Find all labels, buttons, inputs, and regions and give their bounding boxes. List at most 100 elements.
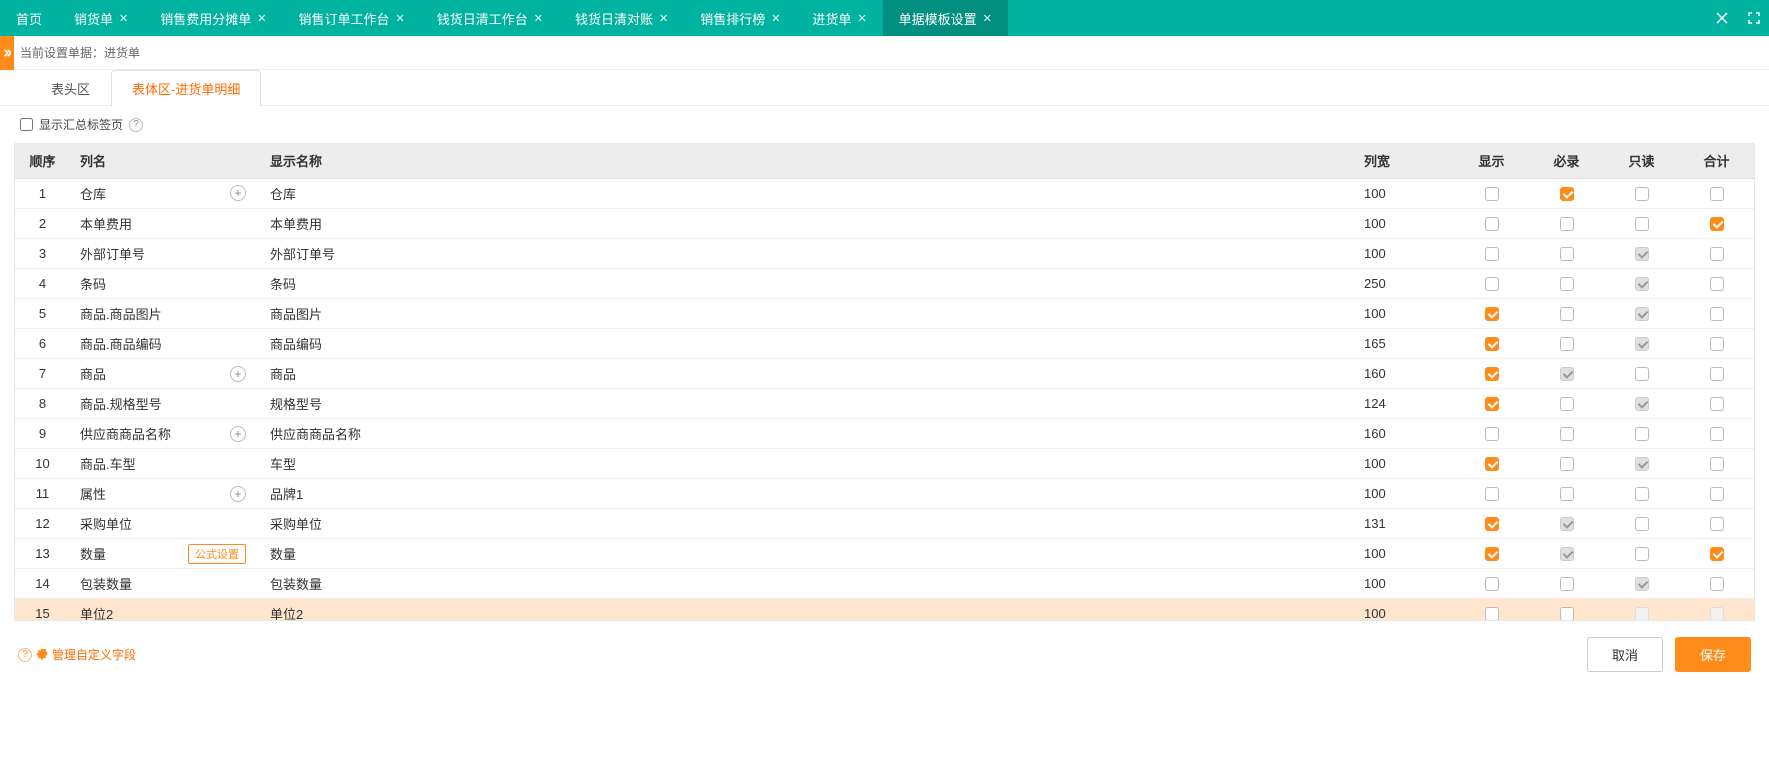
- plus-icon[interactable]: +: [230, 426, 246, 442]
- help-icon[interactable]: ?: [129, 118, 143, 132]
- checkbox[interactable]: [1710, 367, 1724, 381]
- sub-tab[interactable]: 表体区-进货单明细: [111, 70, 261, 106]
- checkbox[interactable]: [1485, 217, 1499, 231]
- checkbox[interactable]: [1710, 397, 1724, 411]
- checkbox[interactable]: [1485, 397, 1499, 411]
- cell-display-name[interactable]: 供应商商品名称: [260, 419, 1354, 449]
- checkbox[interactable]: [1485, 487, 1499, 501]
- cell-width[interactable]: 100: [1354, 479, 1454, 509]
- cell-display-name[interactable]: 条码: [260, 269, 1354, 299]
- checkbox[interactable]: [1560, 247, 1574, 261]
- checkbox[interactable]: [1710, 547, 1724, 561]
- checkbox[interactable]: [1485, 427, 1499, 441]
- cell-display-name[interactable]: 商品编码: [260, 329, 1354, 359]
- close-icon[interactable]: ✕: [119, 12, 128, 25]
- close-icon[interactable]: ✕: [257, 12, 266, 25]
- sub-tab[interactable]: 表头区: [30, 70, 111, 106]
- cell-width[interactable]: 165: [1354, 329, 1454, 359]
- checkbox[interactable]: [1560, 307, 1574, 321]
- plus-icon[interactable]: +: [230, 185, 246, 201]
- checkbox[interactable]: [1485, 577, 1499, 591]
- top-tab[interactable]: 钱货日清工作台✕: [421, 0, 559, 36]
- cell-display-name[interactable]: 单位2: [260, 599, 1354, 621]
- cell-width[interactable]: 100: [1354, 179, 1454, 209]
- cell-width[interactable]: 100: [1354, 599, 1454, 621]
- cell-width[interactable]: 250: [1354, 269, 1454, 299]
- plus-icon[interactable]: +: [230, 486, 246, 502]
- cell-display-name[interactable]: 仓库: [260, 179, 1354, 209]
- checkbox[interactable]: [1710, 487, 1724, 501]
- checkbox[interactable]: [1560, 457, 1574, 471]
- checkbox[interactable]: [1710, 457, 1724, 471]
- top-tab[interactable]: 销售订单工作台✕: [282, 0, 420, 36]
- plus-icon[interactable]: +: [230, 366, 246, 382]
- checkbox[interactable]: [1710, 517, 1724, 531]
- checkbox[interactable]: [1560, 607, 1574, 620]
- cell-display-name[interactable]: 车型: [260, 449, 1354, 479]
- checkbox[interactable]: [1560, 577, 1574, 591]
- close-icon[interactable]: ✕: [857, 12, 866, 25]
- checkbox[interactable]: [1710, 307, 1724, 321]
- manage-custom-fields-link[interactable]: ? 管理自定义字段: [18, 646, 136, 663]
- table-body-scroll[interactable]: 1仓库+仓库1002本单费用本单费用1003外部订单号外部订单号1004条码条码…: [15, 179, 1754, 621]
- top-tab[interactable]: 首页: [0, 0, 58, 36]
- cell-width[interactable]: 100: [1354, 239, 1454, 269]
- checkbox[interactable]: [1560, 217, 1574, 231]
- checkbox[interactable]: [1710, 577, 1724, 591]
- checkbox[interactable]: [1485, 277, 1499, 291]
- checkbox[interactable]: [1635, 487, 1649, 501]
- cell-width[interactable]: 124: [1354, 389, 1454, 419]
- close-icon[interactable]: ✕: [771, 12, 780, 25]
- checkbox[interactable]: [1560, 427, 1574, 441]
- top-tab[interactable]: 销货单✕: [58, 0, 144, 36]
- checkbox[interactable]: [1485, 247, 1499, 261]
- checkbox[interactable]: [1485, 547, 1499, 561]
- cell-display-name[interactable]: 品牌1: [260, 479, 1354, 509]
- checkbox[interactable]: [1560, 277, 1574, 291]
- checkbox[interactable]: [1485, 307, 1499, 321]
- top-tab[interactable]: 销售排行榜✕: [684, 0, 796, 36]
- cell-display-name[interactable]: 商品: [260, 359, 1354, 389]
- checkbox[interactable]: [1485, 457, 1499, 471]
- top-tab[interactable]: 进货单✕: [796, 0, 882, 36]
- cell-width[interactable]: 100: [1354, 449, 1454, 479]
- cell-width[interactable]: 160: [1354, 419, 1454, 449]
- cell-display-name[interactable]: 外部订单号: [260, 239, 1354, 269]
- checkbox[interactable]: [1485, 187, 1499, 201]
- close-icon[interactable]: ✕: [659, 12, 668, 25]
- save-button[interactable]: 保存: [1675, 637, 1751, 672]
- cell-display-name[interactable]: 数量: [260, 539, 1354, 569]
- checkbox[interactable]: [1635, 517, 1649, 531]
- checkbox[interactable]: [1560, 337, 1574, 351]
- formula-setting-button[interactable]: 公式设置: [188, 544, 246, 564]
- close-all-icon[interactable]: [1713, 9, 1731, 27]
- top-tab[interactable]: 钱货日清对账✕: [559, 0, 684, 36]
- cell-width[interactable]: 100: [1354, 209, 1454, 239]
- checkbox[interactable]: [1635, 217, 1649, 231]
- checkbox[interactable]: [1635, 367, 1649, 381]
- top-tab[interactable]: 单据模板设置✕: [883, 0, 1008, 36]
- checkbox[interactable]: [1710, 337, 1724, 351]
- checkbox[interactable]: [1710, 187, 1724, 201]
- checkbox[interactable]: [1485, 367, 1499, 381]
- cancel-button[interactable]: 取消: [1587, 637, 1663, 672]
- checkbox[interactable]: [1710, 277, 1724, 291]
- close-icon[interactable]: ✕: [396, 12, 405, 25]
- collapse-handle-icon[interactable]: [0, 36, 14, 70]
- checkbox[interactable]: [1635, 427, 1649, 441]
- checkbox[interactable]: [1485, 517, 1499, 531]
- checkbox[interactable]: [1710, 427, 1724, 441]
- checkbox[interactable]: [1710, 247, 1724, 261]
- help-icon[interactable]: ?: [18, 648, 32, 662]
- close-icon[interactable]: ✕: [983, 12, 992, 25]
- cell-width[interactable]: 131: [1354, 509, 1454, 539]
- checkbox[interactable]: [1560, 397, 1574, 411]
- show-summary-checkbox[interactable]: [20, 118, 33, 131]
- cell-width[interactable]: 160: [1354, 359, 1454, 389]
- cell-display-name[interactable]: 本单费用: [260, 209, 1354, 239]
- cell-display-name[interactable]: 规格型号: [260, 389, 1354, 419]
- cell-display-name[interactable]: 商品图片: [260, 299, 1354, 329]
- checkbox[interactable]: [1485, 607, 1499, 620]
- cell-width[interactable]: 100: [1354, 539, 1454, 569]
- close-icon[interactable]: ✕: [534, 12, 543, 25]
